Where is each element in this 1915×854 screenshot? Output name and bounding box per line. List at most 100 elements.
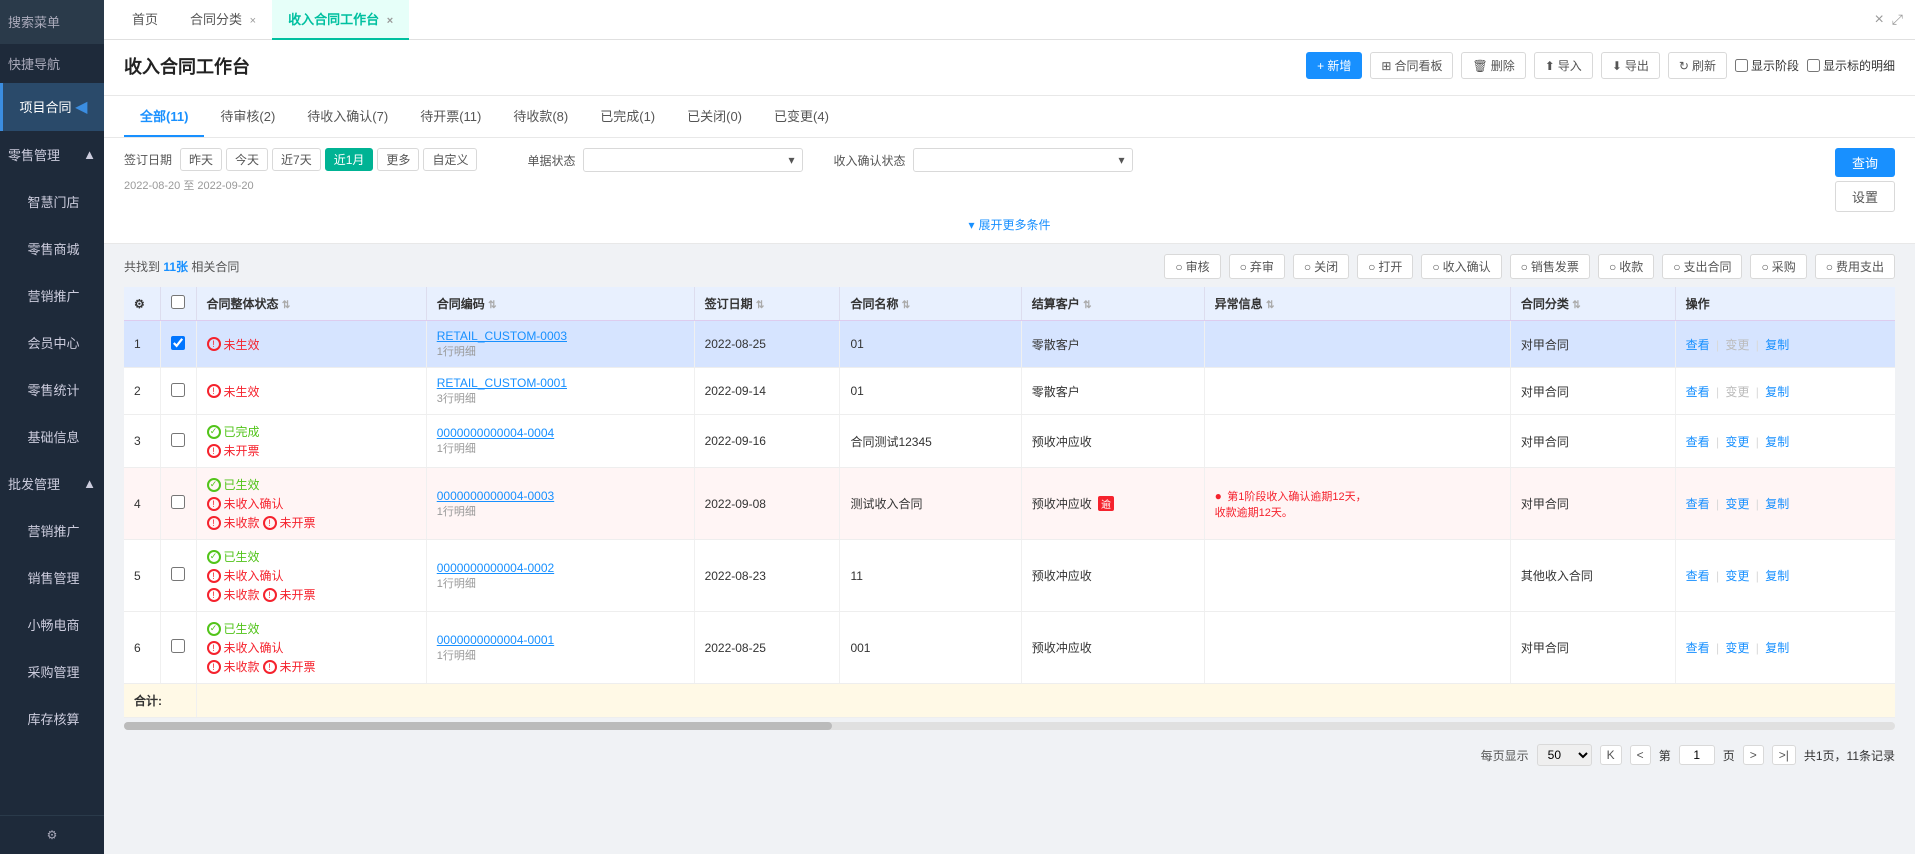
op-view[interactable]: 查看 — [1686, 641, 1710, 655]
contract-code-link[interactable]: 0000000000004-0004 — [437, 426, 554, 440]
date-btn-last1month[interactable]: 近1月 — [325, 148, 374, 171]
setting-button[interactable]: 设置 — [1835, 181, 1895, 212]
sidebar-item-retail-stats[interactable]: 零售统计 — [0, 366, 104, 413]
row-checkbox[interactable] — [171, 336, 185, 350]
sub-tab-completed[interactable]: 已完成(1) — [584, 96, 671, 137]
page-last-btn[interactable]: >| — [1772, 745, 1796, 765]
action-abandon[interactable]: ○ 弃审 — [1229, 254, 1285, 279]
show-fields-checkbox[interactable] — [1735, 59, 1748, 72]
sidebar-search[interactable]: 搜索菜单 — [0, 0, 104, 44]
sidebar-item-sales-mgmt[interactable]: 销售管理 — [0, 554, 104, 601]
page-size-select[interactable]: 50 10 20 100 — [1537, 744, 1592, 766]
op-view[interactable]: 查看 — [1686, 385, 1710, 399]
sidebar-item-marketing2[interactable]: 营销推广 — [0, 507, 104, 554]
sidebar-item-purchase[interactable]: 采购管理 — [0, 648, 104, 695]
op-change[interactable]: 变更 — [1725, 569, 1749, 583]
row-checkbox[interactable] — [171, 495, 185, 509]
row-checkbox[interactable] — [171, 383, 185, 397]
contract-code-link[interactable]: 0000000000004-0003 — [437, 489, 554, 503]
date-btn-yesterday[interactable]: 昨天 — [180, 148, 222, 171]
page-prev-btn[interactable]: < — [1630, 745, 1651, 765]
contract-code-link[interactable]: RETAIL_CUSTOM-0003 — [437, 329, 567, 343]
action-collect[interactable]: ○ 收款 — [1598, 254, 1654, 279]
sort-icon[interactable]: ⇅ — [756, 300, 764, 311]
action-expense-out[interactable]: ○ 费用支出 — [1815, 254, 1895, 279]
sub-tab-changed[interactable]: 已变更(4) — [758, 96, 845, 137]
sidebar-settings[interactable]: ⚙ — [0, 815, 104, 854]
window-maximize-icon[interactable]: ⤢ — [1892, 11, 1903, 28]
op-copy[interactable]: 复制 — [1765, 497, 1789, 511]
sub-tab-pending-invoice[interactable]: 待开票(11) — [404, 96, 497, 137]
date-btn-more[interactable]: 更多 — [377, 148, 419, 171]
import-button[interactable]: ⬆ 导入 — [1534, 52, 1593, 79]
action-purchase[interactable]: ○ 采购 — [1750, 254, 1806, 279]
sidebar-item-wholesale[interactable]: 批发管理 ▲ — [0, 460, 104, 507]
window-close-icon[interactable]: × — [1874, 11, 1883, 29]
select-all-checkbox[interactable] — [171, 295, 185, 309]
income-confirm-select[interactable]: ▾ — [913, 148, 1133, 172]
action-open[interactable]: ○ 打开 — [1357, 254, 1413, 279]
sidebar-item-inventory[interactable]: 库存核算 — [0, 695, 104, 742]
action-out-contract[interactable]: ○ 支出合同 — [1662, 254, 1742, 279]
contract-code-link[interactable]: RETAIL_CUSTOM-0001 — [437, 376, 567, 390]
query-button[interactable]: 查询 — [1835, 148, 1895, 177]
sidebar-item-project[interactable]: 项目合同 ◀ — [0, 83, 104, 131]
date-btn-last7[interactable]: 近7天 — [272, 148, 321, 171]
action-income-confirm[interactable]: ○ 收入确认 — [1421, 254, 1501, 279]
sidebar-item-retail-mgmt[interactable]: 零售管理 ▲ — [0, 131, 104, 178]
doc-status-select[interactable]: ▾ — [583, 148, 803, 172]
sidebar-item-base-info[interactable]: 基础信息 — [0, 413, 104, 460]
tab-income-workbench[interactable]: 收入合同工作台 × — [272, 0, 409, 40]
action-close[interactable]: ○ 关闭 — [1293, 254, 1349, 279]
row-checkbox[interactable] — [171, 639, 185, 653]
sub-tab-pending-income[interactable]: 待收入确认(7) — [291, 96, 404, 137]
delete-button[interactable]: 🗑 删除 — [1461, 52, 1525, 79]
date-btn-today[interactable]: 今天 — [226, 148, 268, 171]
op-view[interactable]: 查看 — [1686, 497, 1710, 511]
settings-icon[interactable]: ⚙ — [134, 297, 145, 311]
contract-code-link[interactable]: 0000000000004-0002 — [437, 561, 554, 575]
row-checkbox[interactable] — [171, 567, 185, 581]
kanban-button[interactable]: ⊞ 合同看板 — [1370, 52, 1453, 79]
sort-icon[interactable]: ⇅ — [1572, 300, 1580, 311]
tab-home[interactable]: 首页 — [116, 0, 174, 40]
export-button[interactable]: ⬇ 导出 — [1601, 52, 1660, 79]
date-btn-custom[interactable]: 自定义 — [423, 148, 477, 171]
op-view[interactable]: 查看 — [1686, 569, 1710, 583]
show-detail-checkbox[interactable] — [1807, 59, 1820, 72]
sub-tab-pending-collect[interactable]: 待收款(8) — [497, 96, 584, 137]
page-input[interactable] — [1679, 745, 1715, 765]
sidebar-item-marketing[interactable]: 营销推广 — [0, 272, 104, 319]
sort-icon[interactable]: ⇅ — [282, 300, 290, 311]
op-copy[interactable]: 复制 — [1765, 338, 1789, 352]
sidebar-item-member[interactable]: 会员中心 — [0, 319, 104, 366]
op-change[interactable]: 变更 — [1725, 435, 1749, 449]
tab-contract-category[interactable]: 合同分类 × — [174, 0, 272, 40]
sub-tab-all[interactable]: 全部(11) — [124, 96, 204, 137]
op-view[interactable]: 查看 — [1686, 435, 1710, 449]
sidebar-item-retail-mall[interactable]: 零售商城 — [0, 225, 104, 272]
op-copy[interactable]: 复制 — [1765, 569, 1789, 583]
op-view[interactable]: 查看 — [1686, 338, 1710, 352]
sidebar-item-xiaochang[interactable]: 小畅电商 — [0, 601, 104, 648]
tab-close-contract-category[interactable]: × — [250, 15, 256, 27]
op-copy[interactable]: 复制 — [1765, 435, 1789, 449]
sort-icon[interactable]: ⇅ — [902, 300, 910, 311]
sub-tab-closed[interactable]: 已关闭(0) — [671, 96, 758, 137]
expand-conditions-btn[interactable]: ▾ 展开更多条件 — [968, 216, 1050, 233]
show-fields-checkbox-label[interactable]: 显示阶段 — [1735, 57, 1799, 74]
op-copy[interactable]: 复制 — [1765, 385, 1789, 399]
op-change[interactable]: 变更 — [1725, 641, 1749, 655]
page-next-btn[interactable]: > — [1743, 745, 1764, 765]
sub-tab-pending-review[interactable]: 待审核(2) — [204, 96, 291, 137]
new-button[interactable]: + 新增 — [1306, 52, 1362, 79]
sidebar-item-smart-store[interactable]: 智慧门店 — [0, 178, 104, 225]
sort-icon[interactable]: ⇅ — [1083, 300, 1091, 311]
refresh-button[interactable]: ↻ 刷新 — [1668, 52, 1727, 79]
sort-icon[interactable]: ⇅ — [488, 300, 496, 311]
row-checkbox[interactable] — [171, 433, 185, 447]
contract-code-link[interactable]: 0000000000004-0001 — [437, 633, 554, 647]
action-sales-invoice[interactable]: ○ 销售发票 — [1510, 254, 1590, 279]
sidebar-nav[interactable]: 快捷导航 — [0, 44, 104, 83]
op-copy[interactable]: 复制 — [1765, 641, 1789, 655]
